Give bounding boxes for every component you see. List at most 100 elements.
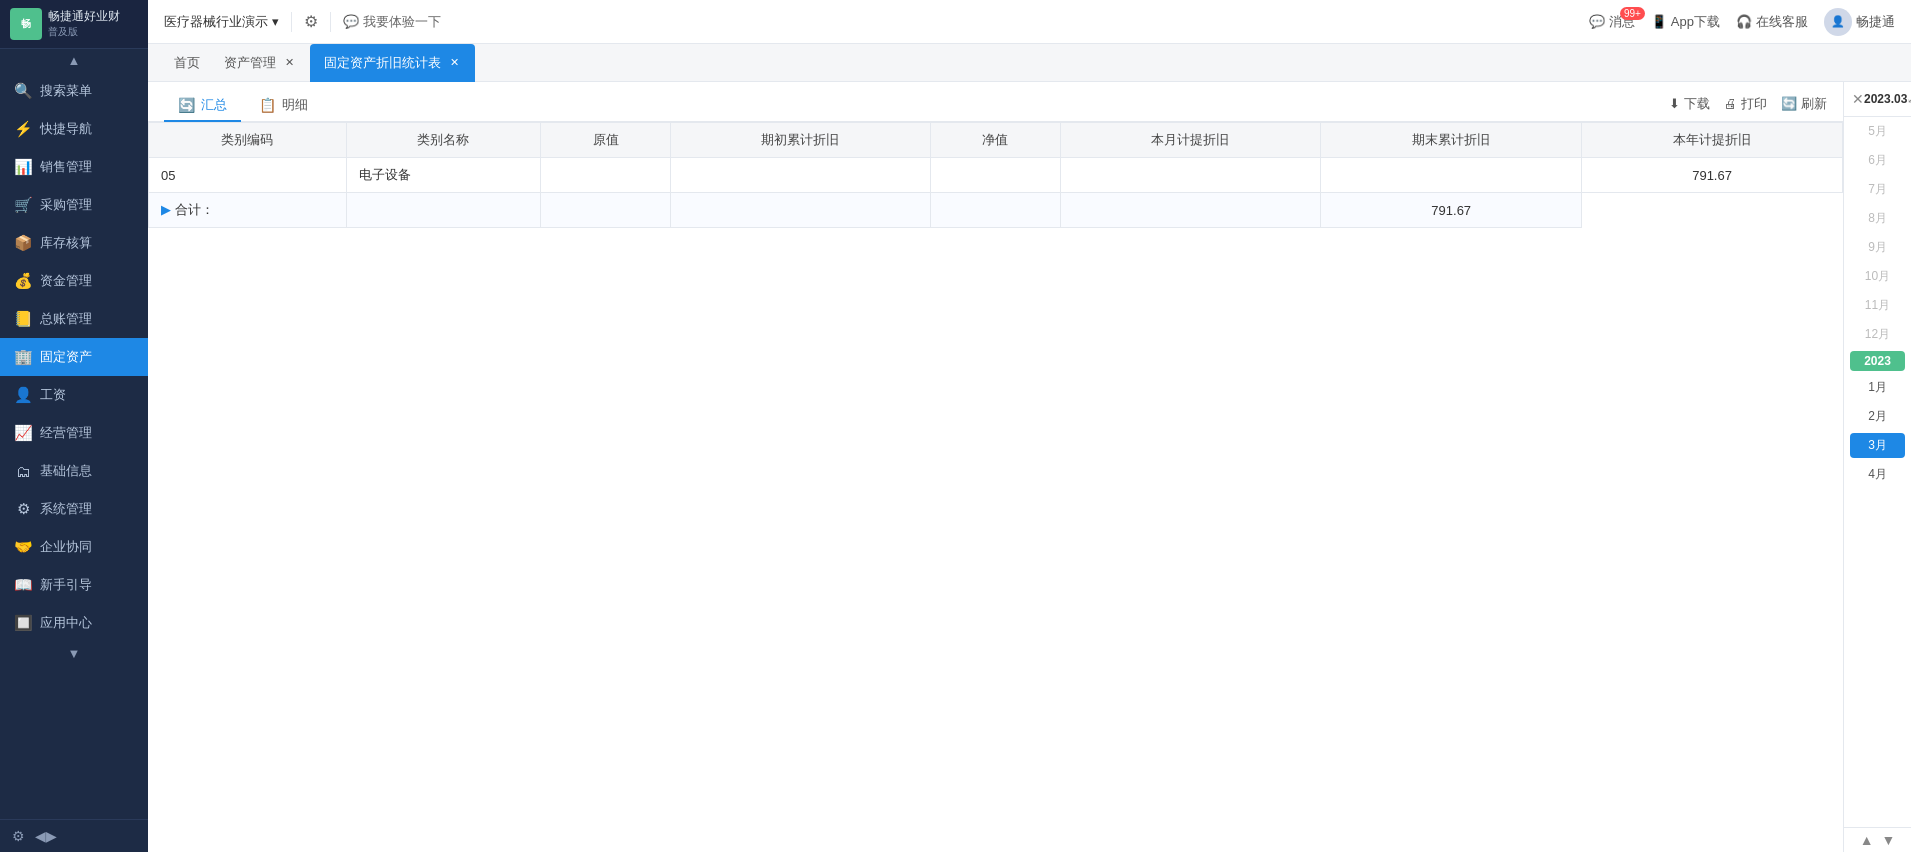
sidebar-icon-quicknav: ⚡	[14, 120, 32, 138]
date-panel-close-btn[interactable]: ✕	[1852, 91, 1864, 107]
app-name: 畅捷通好业财	[48, 9, 120, 25]
user-area[interactable]: 👤 畅捷通	[1824, 8, 1895, 36]
app-logo-icon: 畅	[10, 8, 42, 40]
date-nav-up[interactable]: ▲	[1860, 832, 1874, 848]
sidebar-label-ledger: 总账管理	[40, 310, 92, 328]
sidebar-icon-fixedasset: 🏢	[14, 348, 32, 366]
print-label: 打印	[1741, 95, 1767, 113]
sidebar-icon-sales: 📊	[14, 158, 32, 176]
summary-icon: 🔄	[178, 97, 195, 113]
subtab-detail[interactable]: 📋 明细	[245, 90, 322, 122]
sidebar-item-fixedasset[interactable]: 🏢 固定资产	[0, 338, 148, 376]
company-selector[interactable]: 医疗器械行业演示 ▾	[164, 13, 279, 31]
download-btn[interactable]: ⬇ 下载	[1669, 95, 1710, 113]
tab-depreciation[interactable]: 固定资产折旧统计表 ✕	[310, 44, 475, 82]
sidebar-item-appstore[interactable]: 🔲应用中心	[0, 604, 148, 642]
tab-assetmgr-close[interactable]: ✕	[282, 56, 296, 70]
sidebar-item-basic[interactable]: 🗂基础信息	[0, 452, 148, 490]
service-icon: 🎧	[1736, 14, 1752, 29]
date-month-item: 6月	[1844, 146, 1911, 175]
date-month-item[interactable]: 2月	[1844, 402, 1911, 431]
download-label: 下载	[1684, 95, 1710, 113]
service-action[interactable]: 🎧 在线客服	[1736, 13, 1808, 31]
date-month-item: 9月	[1844, 233, 1911, 262]
date-month-item[interactable]: 4月	[1844, 460, 1911, 489]
sidebar-item-search[interactable]: 🔍搜索菜单	[0, 72, 148, 110]
date-list: 5月6月7月8月9月10月11月12月 2023 1月2月3月4月	[1844, 117, 1911, 827]
total-cell-initial_acc	[541, 193, 670, 228]
sidebar-item-purchase[interactable]: 🛒采购管理	[0, 186, 148, 224]
topbar: 医疗器械行业演示 ▾ ⚙ 💬 我要体验一下 💬 消息 99+ 📱 App下载 🎧…	[148, 0, 1911, 44]
tab-assetmgr[interactable]: 资产管理 ✕	[210, 44, 310, 82]
col-header: 期初累计折旧	[670, 123, 931, 158]
topbar-right: 💬 消息 99+ 📱 App下载 🎧 在线客服 👤 畅捷通	[1589, 8, 1895, 36]
col-header: 期末累计折旧	[1321, 123, 1582, 158]
sidebar-label-purchase: 采购管理	[40, 196, 92, 214]
company-dropdown-icon: ▾	[272, 14, 279, 29]
table-cell: 791.67	[1582, 158, 1843, 193]
total-cell-net	[670, 193, 931, 228]
sidebar-item-operations[interactable]: 📈经营管理	[0, 414, 148, 452]
sidebar-item-system[interactable]: ⚙系统管理	[0, 490, 148, 528]
sidebar-item-inventory[interactable]: 📦库存核算	[0, 224, 148, 262]
sidebar-nav: ▲ 🔍搜索菜单⚡快捷导航📊销售管理🛒采购管理📦库存核算💰资金管理 📒 总账管理 🏢 固定…	[0, 49, 148, 819]
sidebar-icon-guide: 📖	[14, 576, 32, 594]
scroll-up-btn[interactable]: ▲	[0, 49, 148, 72]
sidebar-icon-ledger: 📒	[14, 310, 32, 328]
date-month-item[interactable]: 1月	[1844, 373, 1911, 402]
sidebar-item-guide[interactable]: 📖新手引导	[0, 566, 148, 604]
sidebar-icon-operations: 📈	[14, 424, 32, 442]
print-btn[interactable]: 🖨 打印	[1724, 95, 1767, 113]
tabs-bar: 首页 资产管理 ✕ 固定资产折旧统计表 ✕	[148, 44, 1911, 82]
date-panel-expand-btn[interactable]: ⤢	[1907, 92, 1911, 106]
experience-text: 我要体验一下	[363, 13, 441, 31]
tab-assetmgr-label: 资产管理	[224, 54, 276, 72]
service-label: 在线客服	[1756, 13, 1808, 31]
subtab-summary-label: 汇总	[201, 96, 227, 114]
sub-tabs: 🔄 汇总 📋 明细 ⬇ 下载 🖨 打印	[148, 82, 1843, 122]
experience-btn[interactable]: 💬 我要体验一下	[343, 13, 441, 31]
sidebar-item-sales[interactable]: 📊销售管理	[0, 148, 148, 186]
refresh-label: 刷新	[1801, 95, 1827, 113]
sidebar-item-ledger[interactable]: 📒 总账管理	[0, 300, 148, 338]
total-cell-yearly: 791.67	[1321, 193, 1582, 228]
settings-icon[interactable]: ⚙	[12, 828, 25, 844]
topbar-settings-btn[interactable]: ⚙	[304, 12, 318, 31]
sidebar-icon-finance: 💰	[14, 272, 32, 290]
date-panel: ✕ 2023.03 ⤢ 5月6月7月8月9月10月11月12月 2023 1月2…	[1843, 82, 1911, 852]
col-header: 本月计提折旧	[1060, 123, 1321, 158]
sidebar-label-appstore: 应用中心	[40, 614, 92, 632]
sidebar-item-finance[interactable]: 💰资金管理	[0, 262, 148, 300]
sidebar-item-corp[interactable]: 🤝企业协同	[0, 528, 148, 566]
date-month-item: 11月	[1844, 291, 1911, 320]
date-nav-down[interactable]: ▼	[1882, 832, 1896, 848]
date-month-item: 7月	[1844, 175, 1911, 204]
date-month-item: 8月	[1844, 204, 1911, 233]
sidebar-item-quicknav[interactable]: ⚡快捷导航	[0, 110, 148, 148]
scroll-down-btn[interactable]: ▼	[0, 642, 148, 665]
table-cell	[1060, 158, 1321, 193]
col-header: 本年计提折旧	[1582, 123, 1843, 158]
sidebar-icon-inventory: 📦	[14, 234, 32, 252]
table-cell	[670, 158, 931, 193]
refresh-btn[interactable]: 🔄 刷新	[1781, 95, 1827, 113]
tab-depreciation-close[interactable]: ✕	[447, 56, 461, 70]
sidebar: 畅 畅捷通好业财 普及版 ▲ 🔍搜索菜单⚡快捷导航📊销售管理🛒采购管理📦库存核算…	[0, 0, 148, 852]
sidebar-item-payroll[interactable]: 👤工资	[0, 376, 148, 414]
app-icon: 📱	[1651, 14, 1667, 29]
subtab-summary[interactable]: 🔄 汇总	[164, 90, 241, 122]
date-year-label[interactable]: 2023	[1850, 351, 1905, 371]
date-month-item: 5月	[1844, 117, 1911, 146]
date-month-item[interactable]: 3月	[1850, 433, 1905, 458]
date-panel-header: ✕ 2023.03 ⤢	[1844, 82, 1911, 117]
tab-home-label: 首页	[174, 54, 200, 72]
sidebar-label-fixedasset: 固定资产	[40, 348, 92, 366]
total-label: ▶合计：	[149, 193, 347, 228]
depreciation-table: 类别编码类别名称原值期初累计折旧净值本月计提折旧期末累计折旧本年计提折旧 05电…	[148, 122, 1843, 228]
table-row: 05电子设备791.67	[149, 158, 1843, 193]
collapse-icon[interactable]: ◀▶	[35, 828, 57, 844]
app-download-action[interactable]: 📱 App下载	[1651, 13, 1720, 31]
total-cell-end_acc	[1060, 193, 1321, 228]
message-action[interactable]: 💬 消息 99+	[1589, 13, 1635, 31]
tab-home[interactable]: 首页	[164, 44, 210, 82]
